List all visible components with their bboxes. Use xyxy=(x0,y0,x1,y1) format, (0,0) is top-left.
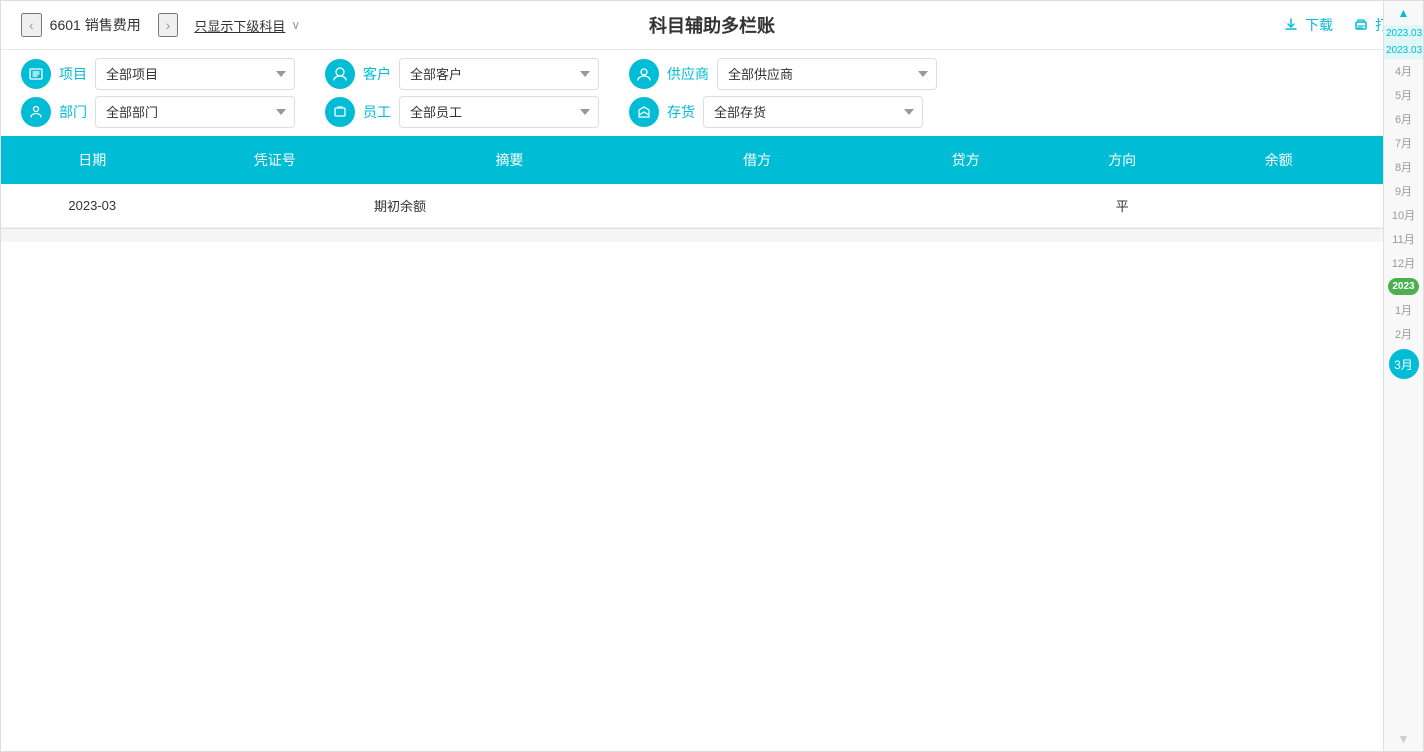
show-sub-label: 只显示下级科目 xyxy=(194,16,285,35)
account-code: 6601 销售费用 xyxy=(50,15,150,35)
filter-supplier: 供应商 全部供应商 xyxy=(629,58,937,90)
timeline-item-2023-03-second[interactable]: 2023.03 xyxy=(1384,42,1423,59)
cell-balance xyxy=(1174,184,1383,228)
customer-icon xyxy=(325,59,355,89)
timeline-year-badge[interactable]: 2023 xyxy=(1388,278,1419,295)
filter-customer: 客户 全部客户 xyxy=(325,58,599,90)
timeline-item-7[interactable]: 7月 xyxy=(1387,131,1420,155)
col-debit: 借方 xyxy=(653,136,862,184)
col-direction: 方向 xyxy=(1070,136,1174,184)
cell-summary: 期初余额 xyxy=(366,184,653,228)
cell-credit xyxy=(861,184,1070,228)
sidebar-arrow-up[interactable]: ▲ xyxy=(1384,1,1423,25)
filter-inventory: 存货 全部存货 xyxy=(629,96,923,128)
inventory-label: 存货 xyxy=(667,102,695,122)
sidebar-arrow-down[interactable]: ▼ xyxy=(1384,727,1423,751)
nav-prev-button[interactable]: ‹ xyxy=(21,13,42,37)
timeline-item-10[interactable]: 10月 xyxy=(1387,203,1420,227)
cell-direction: 平 xyxy=(1070,184,1174,228)
timeline-item-12[interactable]: 12月 xyxy=(1387,251,1420,275)
table-body: 2023-03 期初余额 平 xyxy=(1,184,1383,228)
cell-debit xyxy=(653,184,862,228)
dept-select[interactable]: 全部部门 xyxy=(95,96,295,128)
project-label: 项目 xyxy=(59,64,87,84)
filter-employee: 员工 全部员工 xyxy=(325,96,599,128)
table-scroll[interactable]: 日期 凭证号 摘要 借方 贷方 方向 余额 2023-03 期初余额 xyxy=(1,136,1383,228)
timeline-item-2023-03-first[interactable]: 2023.03 xyxy=(1384,25,1423,42)
show-sub-arrow: ∨ xyxy=(291,18,300,32)
nav-next-button[interactable]: › xyxy=(158,13,179,37)
right-sidebar: ▲ 2023.03 2023.03 4月 5月 6月 7月 8月 9月 10月 … xyxy=(1383,1,1423,751)
customer-label: 客户 xyxy=(363,64,391,84)
download-button[interactable]: 下载 xyxy=(1283,15,1333,35)
inventory-select[interactable]: 全部存货 xyxy=(703,96,923,128)
timeline-item-11[interactable]: 11月 xyxy=(1387,227,1420,251)
horizontal-scrollbar[interactable] xyxy=(1,228,1383,242)
filter-dept: 部门 全部部门 xyxy=(21,96,295,128)
filter-row-1: 项目 全部项目 客户 全部客户 xyxy=(21,58,1363,90)
supplier-label: 供应商 xyxy=(667,64,709,84)
col-credit: 贷方 xyxy=(861,136,1070,184)
customer-select[interactable]: 全部客户 xyxy=(399,58,599,90)
col-summary: 摘要 xyxy=(366,136,653,184)
download-label: 下载 xyxy=(1305,15,1333,35)
timeline-item-1[interactable]: 1月 xyxy=(1387,298,1420,322)
col-date: 日期 xyxy=(1,136,184,184)
main-container: × ‹ 6601 销售费用 › 只显示下级科目 ∨ 科目辅助多栏账 下载 打印 xyxy=(0,0,1424,752)
inventory-icon xyxy=(629,97,659,127)
data-table: 日期 凭证号 摘要 借方 贷方 方向 余额 2023-03 期初余额 xyxy=(1,136,1383,228)
supplier-icon xyxy=(629,59,659,89)
top-bar: ‹ 6601 销售费用 › 只显示下级科目 ∨ 科目辅助多栏账 下载 打印 xyxy=(1,1,1423,50)
table-header: 日期 凭证号 摘要 借方 贷方 方向 余额 xyxy=(1,136,1383,184)
table-row: 2023-03 期初余额 平 xyxy=(1,184,1383,228)
supplier-select[interactable]: 全部供应商 xyxy=(717,58,937,90)
project-icon xyxy=(21,59,51,89)
timeline-item-2[interactable]: 2月 xyxy=(1387,322,1420,346)
filter-project: 项目 全部项目 xyxy=(21,58,295,90)
timeline-item-4[interactable]: 4月 xyxy=(1387,59,1420,83)
col-balance: 余额 xyxy=(1174,136,1383,184)
show-sub-filter[interactable]: 只显示下级科目 ∨ xyxy=(194,16,300,35)
project-select[interactable]: 全部项目 xyxy=(95,58,295,90)
print-icon xyxy=(1353,17,1369,33)
timeline-item-8[interactable]: 8月 xyxy=(1387,155,1420,179)
timeline-active-month[interactable]: 3月 xyxy=(1389,349,1419,379)
dept-icon xyxy=(21,97,51,127)
timeline-item-6[interactable]: 6月 xyxy=(1387,107,1420,131)
timeline-item-9[interactable]: 9月 xyxy=(1387,179,1420,203)
employee-icon xyxy=(325,97,355,127)
page-title: 科目辅助多栏账 xyxy=(649,12,775,38)
filter-area: 项目 全部项目 客户 全部客户 xyxy=(1,50,1383,128)
employee-select[interactable]: 全部员工 xyxy=(399,96,599,128)
download-icon xyxy=(1283,17,1299,33)
dept-label: 部门 xyxy=(59,102,87,122)
filter-row-2: 部门 全部部门 员工 全部员工 xyxy=(21,96,1363,128)
timeline-item-5[interactable]: 5月 xyxy=(1387,83,1420,107)
cell-voucher xyxy=(184,184,367,228)
cell-date: 2023-03 xyxy=(1,184,184,228)
content-wrapper: 日期 凭证号 摘要 借方 贷方 方向 余额 2023-03 期初余额 xyxy=(1,136,1383,242)
col-voucher: 凭证号 xyxy=(184,136,367,184)
employee-label: 员工 xyxy=(363,102,391,122)
